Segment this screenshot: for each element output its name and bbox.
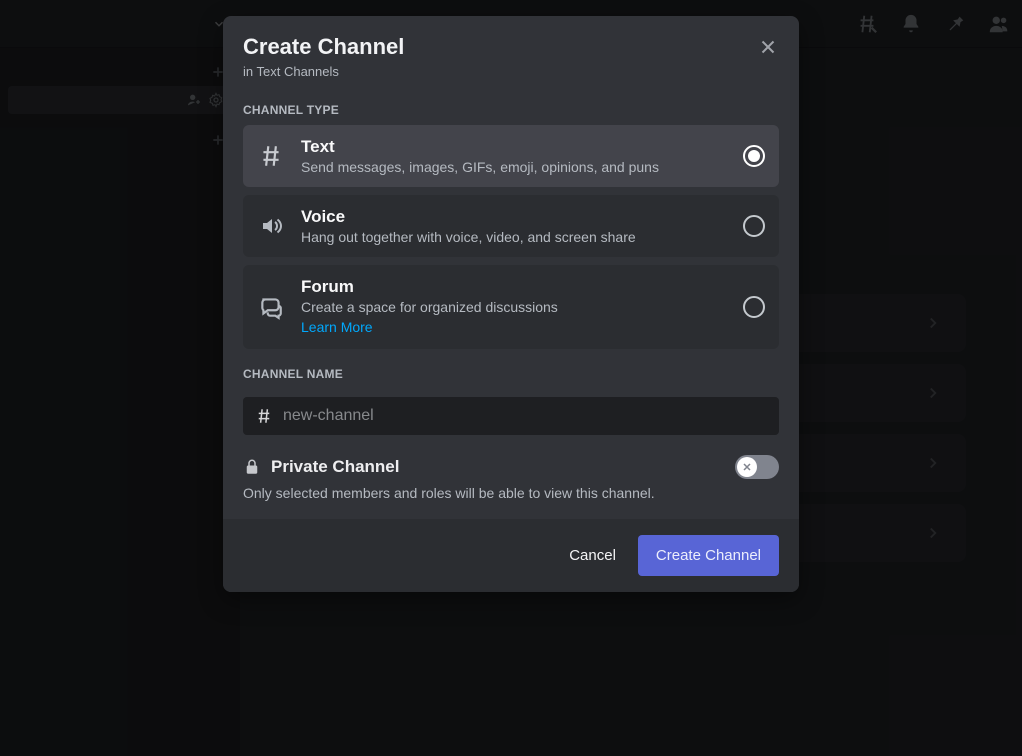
channel-type-list: Text Send messages, images, GIFs, emoji,… bbox=[223, 125, 799, 349]
speaker-icon bbox=[259, 214, 283, 238]
channel-type-title: Text bbox=[301, 137, 727, 157]
channel-type-text[interactable]: Text Send messages, images, GIFs, emoji,… bbox=[243, 125, 779, 187]
cancel-button[interactable]: Cancel bbox=[563, 537, 622, 574]
forum-icon bbox=[258, 294, 284, 320]
radio-unselected[interactable] bbox=[743, 215, 765, 237]
toggle-knob bbox=[737, 457, 757, 477]
channel-type-label: CHANNEL TYPE bbox=[223, 85, 799, 125]
create-channel-button[interactable]: Create Channel bbox=[638, 535, 779, 576]
channel-type-voice[interactable]: Voice Hang out together with voice, vide… bbox=[243, 195, 779, 257]
channel-name-input[interactable] bbox=[283, 407, 767, 425]
lock-icon bbox=[243, 458, 261, 476]
create-channel-modal: Create Channel in Text Channels CHANNEL … bbox=[223, 16, 799, 592]
private-toggle[interactable] bbox=[735, 455, 779, 479]
private-channel-row: Private Channel bbox=[223, 435, 799, 485]
private-channel-title: Private Channel bbox=[271, 457, 400, 477]
channel-type-forum[interactable]: Forum Create a space for organized discu… bbox=[243, 265, 779, 349]
channel-type-desc: Create a space for organized discussions bbox=[301, 299, 727, 315]
channel-type-desc: Send messages, images, GIFs, emoji, opin… bbox=[301, 159, 727, 175]
radio-selected[interactable] bbox=[743, 145, 765, 167]
channel-type-title: Forum bbox=[301, 277, 727, 297]
hash-icon bbox=[255, 407, 273, 425]
modal-overlay[interactable]: Create Channel in Text Channels CHANNEL … bbox=[0, 0, 1022, 756]
modal-header: Create Channel in Text Channels bbox=[223, 16, 799, 85]
channel-name-input-wrap[interactable] bbox=[243, 397, 779, 435]
close-icon bbox=[757, 36, 779, 58]
modal-footer: Cancel Create Channel bbox=[223, 519, 799, 592]
channel-name-label: CHANNEL NAME bbox=[223, 349, 799, 389]
channel-type-desc: Hang out together with voice, video, and… bbox=[301, 229, 727, 245]
x-icon bbox=[741, 461, 753, 473]
hash-icon bbox=[258, 143, 284, 169]
modal-subtitle: in Text Channels bbox=[243, 64, 779, 79]
modal-title: Create Channel bbox=[243, 34, 779, 60]
radio-unselected[interactable] bbox=[743, 296, 765, 318]
private-channel-desc: Only selected members and roles will be … bbox=[223, 485, 799, 519]
close-button[interactable] bbox=[755, 34, 781, 60]
learn-more-link[interactable]: Learn More bbox=[301, 319, 373, 335]
channel-type-title: Voice bbox=[301, 207, 727, 227]
